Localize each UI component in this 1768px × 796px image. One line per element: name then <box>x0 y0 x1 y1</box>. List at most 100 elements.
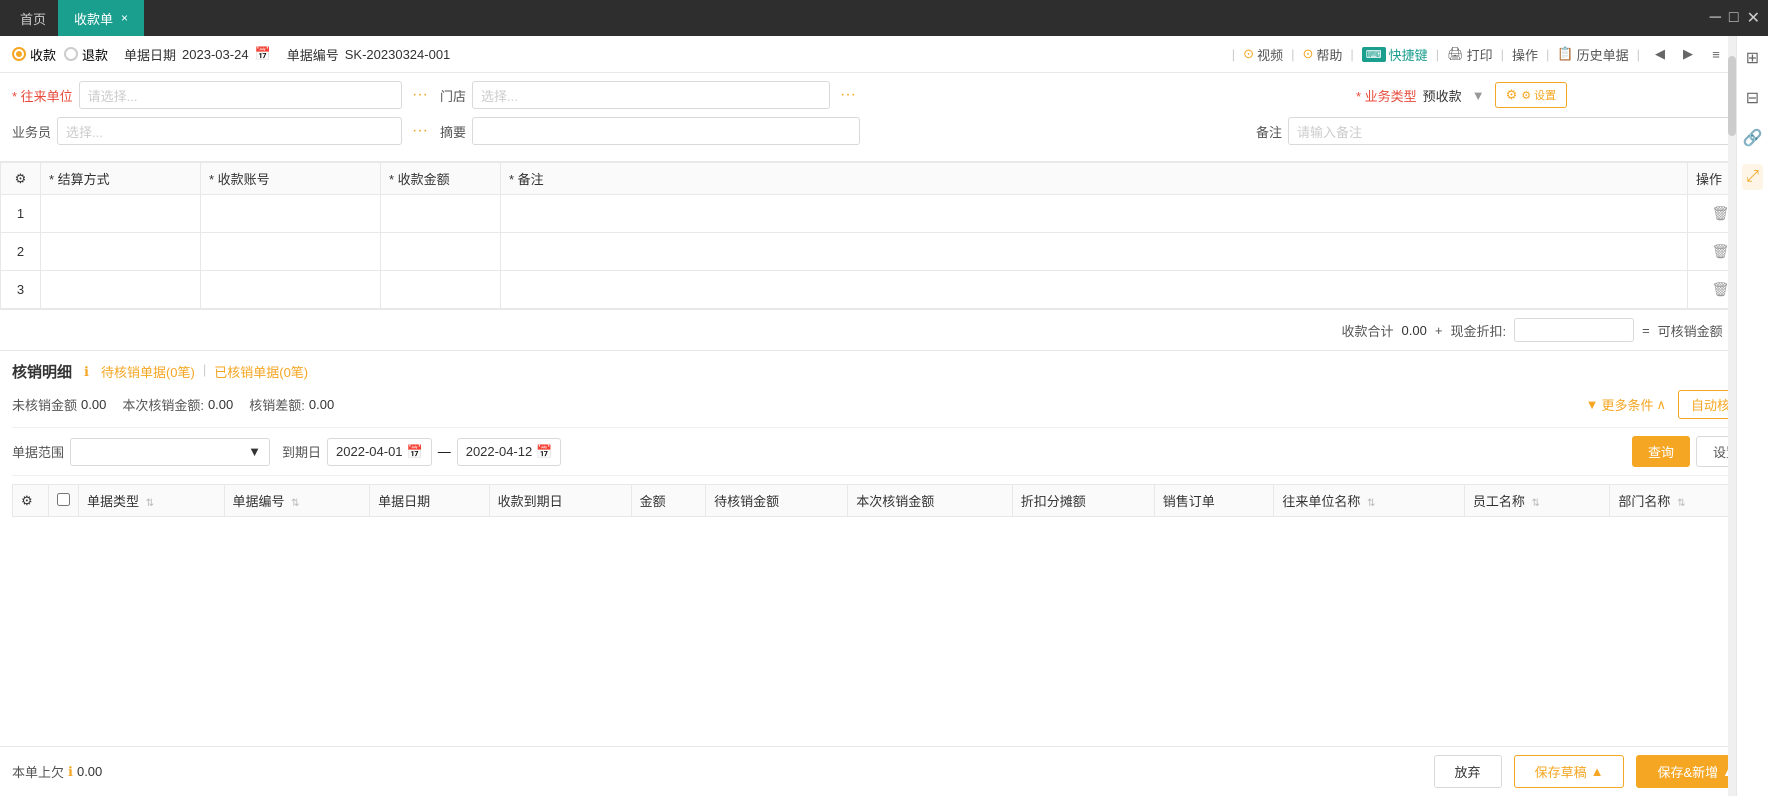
business-type-dropdown[interactable]: ▼ <box>1468 88 1489 103</box>
verify-table: ⚙ 单据类型 ⇅ 单据编号 ⇅ 单据日期 <box>12 484 1756 517</box>
nav-home[interactable]: 首页 <box>8 0 58 36</box>
table-area: ⚙ * 结算方式 * 收款账号 * 收款金额 * 备注 操作 1 <box>0 162 1768 310</box>
row-num-3: 3 <box>1 271 41 309</box>
calendar-start-icon: 📅 <box>407 444 423 460</box>
row2-amount[interactable] <box>381 233 501 271</box>
save-draft-button[interactable]: 保存草稿 ▲ <box>1514 755 1625 788</box>
unrealized-label: 未核销金额 <box>12 395 77 414</box>
scroll-thumb[interactable] <box>1728 56 1736 136</box>
vt-sales-order-col: 销售订单 <box>1154 485 1274 517</box>
tab-done[interactable]: 已核销单据(0笔) <box>214 362 308 381</box>
sidebar-icon-2[interactable]: ⊟ <box>1742 84 1763 112</box>
row2-delete-icon[interactable]: 🗑 <box>1712 243 1730 260</box>
bill-date-value[interactable]: 2023-03-24 <box>182 47 249 62</box>
shortcut-btn[interactable]: ⌨ 快捷键 <box>1362 45 1428 64</box>
radio-receive[interactable]: 收款 <box>12 45 56 64</box>
row1-amount[interactable] <box>381 195 501 233</box>
shop-label: 门店 <box>440 86 466 105</box>
counterpart-input[interactable]: 请选择... <box>79 81 402 109</box>
summary-label: 摘要 <box>440 122 466 141</box>
scroll-track[interactable] <box>1728 36 1736 796</box>
date-range: 2022-04-01 📅 — 2022-04-12 📅 <box>327 438 561 466</box>
discard-button[interactable]: 放弃 <box>1434 755 1502 788</box>
bill-date-label: 单据日期 <box>124 45 176 64</box>
row2-settle[interactable] <box>41 233 201 271</box>
col-remark-header: * 备注 <box>501 163 1688 195</box>
sidebar-icon-3[interactable]: 🔗 <box>1739 124 1767 152</box>
date-end-input[interactable]: 2022-04-12 📅 <box>457 438 562 466</box>
nav-tab-receipt[interactable]: 收款单 × <box>58 0 144 36</box>
row1-account[interactable] <box>201 195 381 233</box>
staff-more-btn[interactable]: ··· <box>408 122 432 140</box>
sidebar-icon-1[interactable]: ⊞ <box>1742 44 1763 72</box>
business-type-field: * 业务类型 预收款 ▼ ⚙ ⚙ 设置 <box>1356 82 1756 108</box>
row1-settle[interactable] <box>41 195 201 233</box>
help-btn[interactable]: ⊙ 帮助 <box>1302 45 1342 64</box>
history-btn[interactable]: 📋 历史单据 <box>1557 45 1628 64</box>
video-btn[interactable]: ⊙ 视频 <box>1243 45 1283 64</box>
layout-list-icon[interactable]: ≡ <box>1704 42 1728 66</box>
bottom-bar: 本单上欠 ℹ 0.00 放弃 保存草稿 ▲ 保存&新增 ▲ <box>0 746 1768 796</box>
query-button[interactable]: 查询 <box>1632 436 1690 467</box>
form-area: * 往来单位 请选择... ··· 门店 选择... ··· * 业务类型 预收… <box>0 73 1768 162</box>
vt-bill-type-col: 单据类型 ⇅ <box>79 485 225 517</box>
row3-account[interactable] <box>201 271 381 309</box>
window-min-icon[interactable]: ─ <box>1710 9 1721 27</box>
radio-refund[interactable]: 退款 <box>64 45 108 64</box>
business-type-label: * 业务类型 <box>1356 86 1417 105</box>
tab-pending[interactable]: 待核销单据(0笔) <box>101 362 195 381</box>
sum-row: 收款合计 0.00 + 现金折扣: = 可核销金额 0.00 <box>0 310 1768 351</box>
date-start-input[interactable]: 2022-04-01 📅 <box>327 438 432 466</box>
receipt-table: ⚙ * 结算方式 * 收款账号 * 收款金额 * 备注 操作 1 <box>0 162 1768 309</box>
shop-input[interactable]: 选择... <box>472 81 830 109</box>
settings-btn[interactable]: ⚙ ⚙ 设置 <box>1495 82 1568 108</box>
row2-remark[interactable] <box>501 233 1688 271</box>
window-close-icon[interactable]: ✕ <box>1747 8 1760 28</box>
row3-delete-icon[interactable]: 🗑 <box>1712 281 1730 298</box>
radio-receive-label: 收款 <box>30 45 56 64</box>
layout-prev-icon[interactable]: ◀ <box>1648 42 1672 66</box>
tab-label: 收款单 <box>74 9 113 28</box>
verifiable-label: 可核销金额 <box>1658 321 1723 340</box>
ben-info-icon[interactable]: ℹ <box>68 764 73 780</box>
verify-info-icon[interactable]: ℹ <box>84 364 89 380</box>
sidebar-icon-4[interactable]: ⤢ <box>1742 164 1763 190</box>
bill-no-value: SK-20230324-001 <box>345 47 451 62</box>
vt-bill-date-col: 单据日期 <box>370 485 490 517</box>
top-nav: 首页 收款单 × ─ □ ✕ <box>0 0 1768 36</box>
vt-gear-col[interactable]: ⚙ <box>13 485 49 517</box>
range-select[interactable]: ▼ <box>70 438 270 466</box>
vt-amount-col: 金额 <box>631 485 706 517</box>
cash-discount-input[interactable] <box>1514 318 1634 342</box>
row1-remark[interactable] <box>501 195 1688 233</box>
staff-field: 业务员 选择... ··· <box>12 117 432 145</box>
row3-amount[interactable] <box>381 271 501 309</box>
row3-remark[interactable] <box>501 271 1688 309</box>
summary-input[interactable] <box>472 117 860 145</box>
counterpart-field: * 往来单位 请选择... ··· <box>12 81 432 109</box>
layout-next-icon[interactable]: ▶ <box>1676 42 1700 66</box>
row3-settle[interactable] <box>41 271 201 309</box>
bill-no-label: 单据编号 <box>287 45 339 64</box>
window-max-icon[interactable]: □ <box>1729 9 1739 27</box>
calendar-icon[interactable]: 📅 <box>255 46 271 62</box>
print-btn[interactable]: 🖨 打印 <box>1447 45 1493 64</box>
collect-total-label: 收款合计 <box>1342 321 1394 340</box>
verify-tabs: 待核销单据(0笔) | 已核销单据(0笔) <box>101 362 308 381</box>
range-dropdown-icon: ▼ <box>248 444 261 459</box>
remark-input[interactable]: 请输入备注 <box>1288 117 1756 145</box>
counterpart-more-btn[interactable]: ··· <box>408 86 432 104</box>
close-tab-icon[interactable]: × <box>121 11 128 25</box>
save-draft-dropdown-icon[interactable]: ▲ <box>1591 764 1604 779</box>
shop-more-btn[interactable]: ··· <box>836 86 860 104</box>
table-row: 1 🗑 ⧉ <box>1 195 1768 233</box>
row-num-2: 2 <box>1 233 41 271</box>
vt-checkbox-all[interactable] <box>57 493 70 506</box>
row2-account[interactable] <box>201 233 381 271</box>
operate-btn[interactable]: 操作 <box>1512 45 1538 64</box>
unrealized-stat: 未核销金额 0.00 <box>12 395 106 414</box>
table-gear-icon[interactable]: ⚙ <box>1 163 41 195</box>
staff-input[interactable]: 选择... <box>57 117 402 145</box>
row1-delete-icon[interactable]: 🗑 <box>1712 205 1730 222</box>
more-conditions-btn[interactable]: ▼ 更多条件 ∧ <box>1586 395 1666 414</box>
